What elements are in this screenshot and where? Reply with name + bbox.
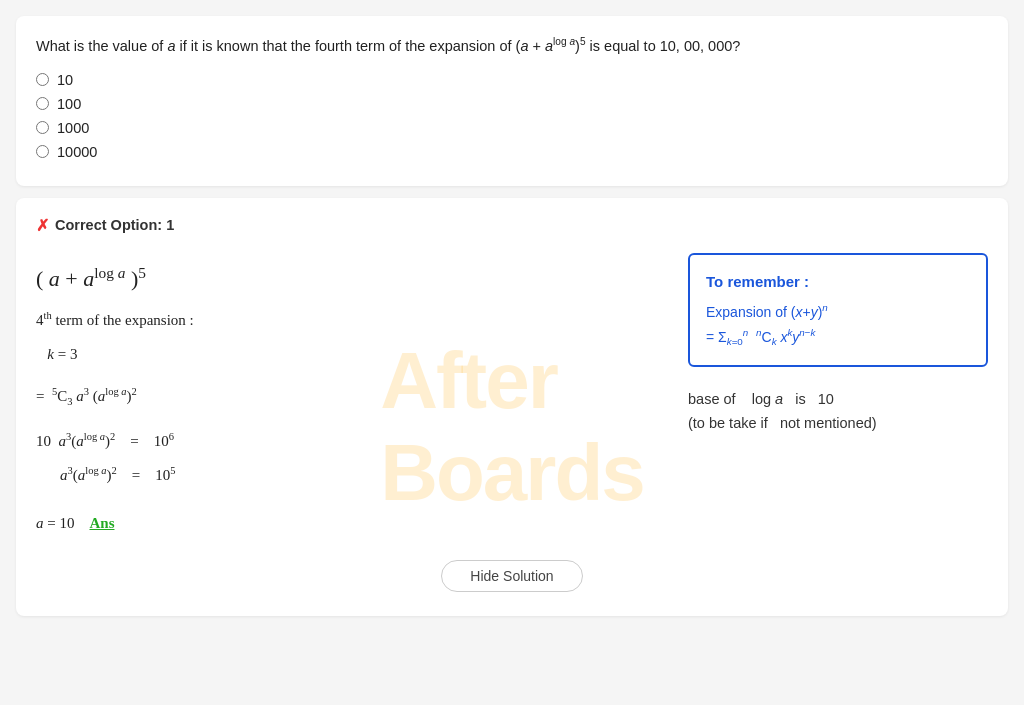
option-2[interactable]: 100: [36, 96, 988, 112]
solution-steps: ( a + alog a )5 4th term of the expansio…: [36, 253, 668, 542]
x-icon: ✗: [36, 216, 49, 235]
option-4[interactable]: 10000: [36, 144, 988, 160]
radio-1[interactable]: [36, 73, 49, 86]
radio-3[interactable]: [36, 121, 49, 134]
option-label-3: 1000: [57, 120, 89, 136]
answer-ans-label: Ans: [89, 515, 114, 531]
option-label-2: 100: [57, 96, 81, 112]
base-note: base of log a is 10 (to be take if not m…: [688, 387, 988, 436]
option-3[interactable]: 1000: [36, 120, 988, 136]
correct-option-text: Correct Option: 1: [55, 217, 174, 233]
step-equals-10-6: 10 a3(alog a)2 = 106: [36, 426, 668, 456]
step-answer: a = 10 Ans: [36, 508, 668, 538]
question-card: What is the value of a if it is known th…: [16, 16, 1008, 186]
option-label-1: 10: [57, 72, 73, 88]
step-combination: = 5C3 a3 (alog a)2: [36, 381, 668, 412]
option-label-4: 10000: [57, 144, 97, 160]
radio-4[interactable]: [36, 145, 49, 158]
question-text: What is the value of a if it is known th…: [36, 34, 988, 58]
option-1[interactable]: 10: [36, 72, 988, 88]
remember-formula-1: Expansion of (x+y)n: [706, 300, 970, 324]
options-list: 10 100 1000 10000: [36, 72, 988, 160]
step-fourth-term-label: 4th term of the expansion :: [36, 305, 668, 335]
remember-formula-2: = Σk=0n nCk xkyn−k: [706, 325, 970, 351]
step-k-value: k = 3: [36, 339, 668, 369]
solution-card: After Boards ✗ Correct Option: 1 ( a + a…: [16, 198, 1008, 616]
step-equals-10-5: a3(alog a)2 = 105: [60, 460, 668, 490]
main-expression: ( a + alog a )5: [36, 257, 668, 301]
correct-option-label: ✗ Correct Option: 1: [36, 216, 988, 235]
remember-box: To remember : Expansion of (x+y)n = Σk=0…: [688, 253, 988, 367]
remember-title: To remember :: [706, 269, 970, 295]
radio-2[interactable]: [36, 97, 49, 110]
hide-solution-button[interactable]: Hide Solution: [441, 560, 582, 592]
solution-right-panel: To remember : Expansion of (x+y)n = Σk=0…: [688, 253, 988, 542]
